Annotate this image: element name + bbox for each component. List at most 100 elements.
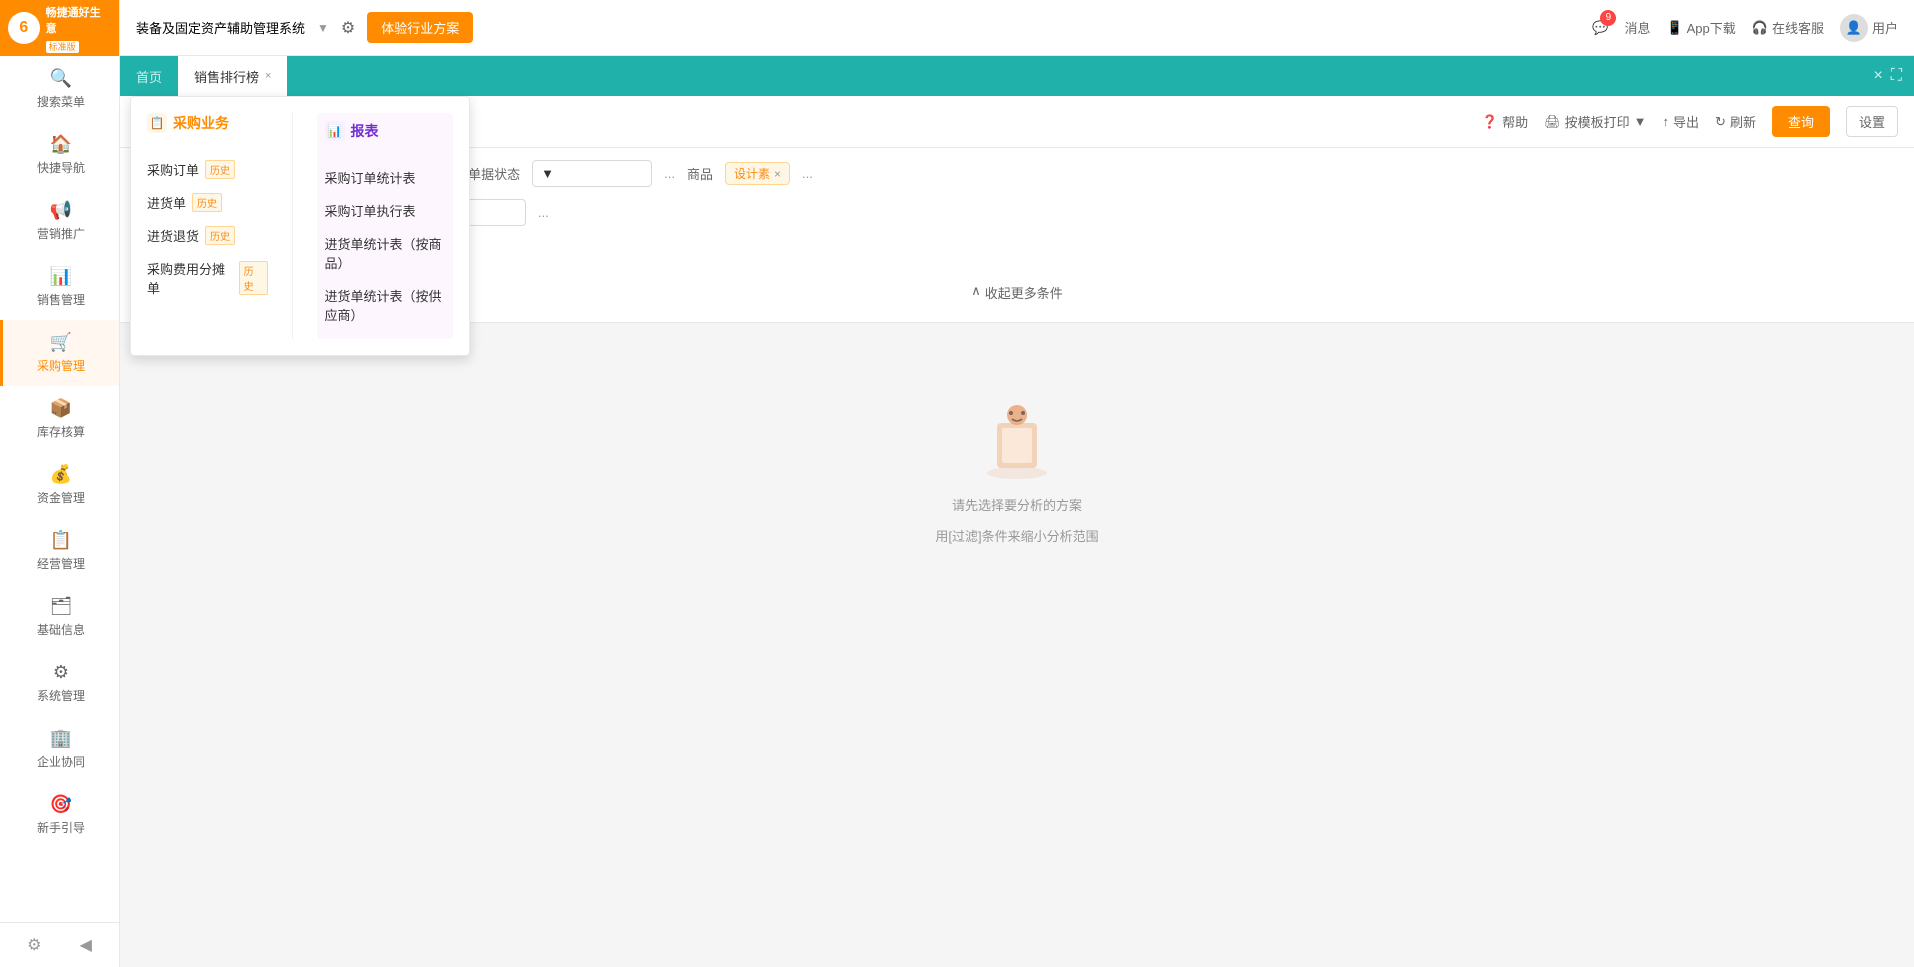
header-system-name: 装备及固定资产辅助管理系统 [136, 18, 305, 37]
message-label: 消息 [1624, 18, 1650, 37]
dropdown-item-fee[interactable]: 采购费用分摊单 历史 [147, 252, 268, 304]
tab-fullscreen-icon[interactable]: ⛶ [1891, 67, 1902, 85]
refresh-button[interactable]: ↻ 刷新 [1715, 112, 1756, 131]
sidebar-item-label: 搜索菜单 [37, 93, 85, 110]
sidebar-item-basic-info[interactable]: 🗂 基础信息 [0, 584, 119, 650]
basic-info-icon: 🗂 [50, 596, 73, 617]
dropdown-item-purchase-order[interactable]: 采购订单 历史 [147, 153, 268, 186]
help-label: 帮助 [1502, 112, 1528, 131]
settings-button[interactable]: 设置 [1846, 106, 1898, 137]
item-label: 进货退货 [147, 226, 199, 245]
query-button[interactable]: 查询 [1772, 106, 1830, 137]
doc-status-select[interactable]: ▼ [532, 160, 652, 187]
doc-status-label: 单据状态 [468, 164, 520, 183]
sidebar-nav: 🔍 搜索菜单 🏠 快捷导航 📢 营销推广 📊 销售管理 🛒 采购管理 📦 库存核… [0, 56, 119, 922]
operations-icon: 📋 [50, 530, 72, 551]
goods-label: 商品 [687, 164, 713, 183]
header-gear-icon[interactable]: ⚙ [341, 18, 355, 38]
dropdown-item-incoming[interactable]: 进货单 历史 [147, 186, 268, 219]
history-badge-0: 历史 [205, 160, 235, 179]
dropdown-item-order-exec[interactable]: 采购订单执行表 [325, 194, 446, 227]
finance-icon: 💰 [50, 464, 72, 485]
sidebar-item-label: 库存核算 [37, 423, 85, 440]
dropdown-item-incoming-goods[interactable]: 进货单统计表（按商品） [325, 227, 446, 279]
dropdown-item-order-stat[interactable]: 采购订单统计表 [325, 161, 446, 194]
tabs-right: × ⛶ [1873, 67, 1914, 85]
sidebar-item-label: 采购管理 [37, 357, 85, 374]
export-button[interactable]: ↑ 导出 [1663, 112, 1700, 131]
history-badge-2: 历史 [205, 226, 235, 245]
collapse-label: 收起更多条件 [985, 283, 1063, 302]
export-icon: ↑ [1663, 114, 1670, 129]
tab-sales-rank[interactable]: 销售排行榜 × [178, 56, 287, 96]
sidebar-item-guide[interactable]: 🎯 新手引导 [0, 782, 119, 848]
sales-icon: 📊 [50, 266, 72, 287]
logo-text: 畅捷通好生意 标准版 [46, 4, 111, 53]
header-industry-button[interactable]: 体验行业方案 [367, 12, 473, 43]
sidebar-item-label: 销售管理 [37, 291, 85, 308]
sidebar-item-finance[interactable]: 💰 资金管理 [0, 452, 119, 518]
sidebar-item-search[interactable]: 🔍 搜索菜单 [0, 56, 119, 122]
collapse-up-icon: ∧ [971, 283, 981, 302]
sidebar-item-label: 经营管理 [37, 555, 85, 572]
purchase-col-icon: 📋 [147, 113, 167, 133]
goods-tag-close-icon[interactable]: × [774, 167, 781, 181]
help-icon: ❓ [1482, 114, 1498, 130]
sidebar-item-label: 资金管理 [37, 489, 85, 506]
message-badge: 9 [1600, 10, 1616, 26]
print-icon: 🖨 [1544, 114, 1561, 130]
template-print-button[interactable]: 🖨 按模板打印 ▼ [1544, 112, 1646, 131]
online-service-label: 在线客服 [1772, 18, 1824, 37]
sidebar-item-marketing[interactable]: 📢 营销推广 [0, 188, 119, 254]
header-user[interactable]: 👤 用户 [1840, 14, 1898, 42]
sidebar-item-inventory[interactable]: 📦 库存核算 [0, 386, 119, 452]
item-label: 采购订单统计表 [325, 168, 416, 187]
item-label: 进货单统计表（按供应商） [325, 286, 446, 324]
sidebar: 6 畅捷通好生意 标准版 🔍 搜索菜单 🏠 快捷导航 📢 营销推广 📊 销售管理… [0, 0, 120, 967]
home-icon: 🏠 [50, 134, 72, 155]
header-app-download[interactable]: 📱 App下载 [1666, 18, 1735, 37]
report-col-title: 报表 [351, 121, 379, 141]
help-button[interactable]: ❓ 帮助 [1482, 112, 1528, 131]
tab-close-all-icon[interactable]: × [1873, 67, 1882, 85]
goods-tag[interactable]: 设计素 × [725, 162, 790, 185]
purchase-col-title: 采购业务 [173, 113, 229, 133]
dropdown-purchase-col: 📋 采购业务 采购订单 历史 进货单 历史 进货退货 历史 采购费用分摊单 历史 [147, 113, 268, 339]
header-message[interactable]: 💬 9 消息 [1592, 18, 1650, 37]
salesman-dots[interactable]: ... [538, 205, 549, 220]
dropdown-report-header: 📊 报表 [325, 121, 446, 149]
export-label: 导出 [1673, 112, 1699, 131]
sidebar-item-system[interactable]: ⚙ 系统管理 [0, 650, 119, 716]
search-icon: 🔍 [50, 68, 72, 89]
refresh-icon: ↻ [1715, 114, 1726, 130]
dropdown-menu: 📋 采购业务 采购订单 历史 进货单 历史 进货退货 历史 采购费用分摊单 历史 [130, 96, 470, 356]
sidebar-item-sales[interactable]: 📊 销售管理 [0, 254, 119, 320]
dropdown-report-col: 📊 报表 采购订单统计表 采购订单执行表 进货单统计表（按商品） 进货单统计表（… [317, 113, 454, 339]
tab-sales-rank-label: 销售排行榜 [194, 67, 259, 86]
sidebar-item-purchase[interactable]: 🛒 采购管理 [0, 320, 119, 386]
doc-status-dots[interactable]: ... [664, 166, 675, 181]
dropdown-item-incoming-supplier[interactable]: 进货单统计表（按供应商） [325, 279, 446, 331]
item-label: 采购订单 [147, 160, 199, 179]
system-icon: ⚙ [53, 662, 69, 683]
tab-close-icon[interactable]: × [265, 70, 271, 82]
inventory-icon: 📦 [50, 398, 72, 419]
logo-icon: 6 [8, 12, 40, 44]
tab-home[interactable]: 首页 [120, 56, 178, 96]
goods-dots[interactable]: ... [802, 166, 813, 181]
header-online-service[interactable]: 🎧 在线客服 [1752, 18, 1824, 37]
dropdown-item-return[interactable]: 进货退货 历史 [147, 219, 268, 252]
avatar: 👤 [1840, 14, 1868, 42]
sidebar-item-quick-nav[interactable]: 🏠 快捷导航 [0, 122, 119, 188]
sidebar-item-label: 基础信息 [37, 621, 85, 638]
sidebar-settings-button[interactable]: ⚙ [27, 935, 41, 955]
sidebar-item-enterprise[interactable]: 🏢 企业协同 [0, 716, 119, 782]
phone-icon: 📱 [1666, 20, 1682, 36]
sidebar-item-label: 系统管理 [37, 687, 85, 704]
item-label: 进货单 [147, 193, 186, 212]
header: 装备及固定资产辅助管理系统 ▼ ⚙ 体验行业方案 💬 9 消息 📱 App下载 … [120, 0, 1914, 56]
header-dropdown-arrow[interactable]: ▼ [317, 21, 329, 35]
sidebar-collapse-button[interactable]: ◀ [80, 935, 92, 955]
sidebar-item-operations[interactable]: 📋 经营管理 [0, 518, 119, 584]
sidebar-item-label: 企业协同 [37, 753, 85, 770]
